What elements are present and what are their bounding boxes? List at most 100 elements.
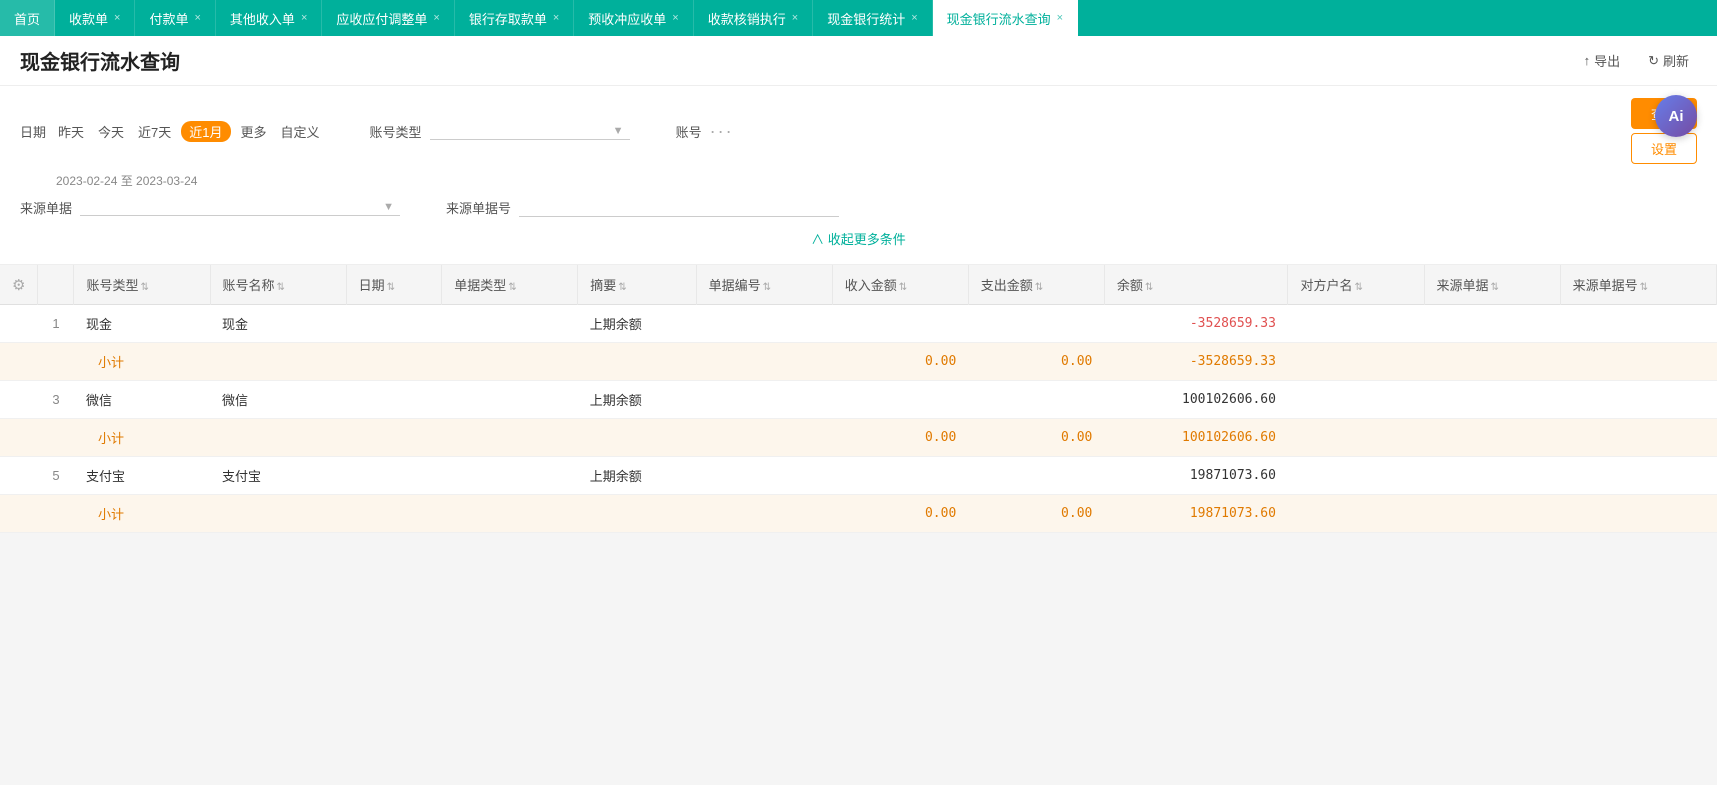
cell-income: 0.00 [832, 343, 968, 381]
gear-settings-icon[interactable]: ⚙ [12, 277, 25, 294]
account-dots[interactable]: ··· [710, 121, 734, 142]
close-icon[interactable]: × [911, 12, 917, 24]
filter-row-1: 日期 昨天今天近7天近1月更多自定义 账号类型 ▼ 账号 ··· 查询 设置 [20, 98, 1697, 164]
refresh-button[interactable]: ↻ 刷新 [1640, 47, 1697, 74]
nav-home[interactable]: 首页 [0, 0, 55, 36]
table-row: 小计0.000.00100102606.60 [0, 419, 1717, 457]
data-table: ⚙账号类型⇅账号名称⇅日期⇅单据类型⇅摘要⇅单据编号⇅收入金额⇅支出金额⇅余额⇅… [0, 265, 1717, 533]
cell-doc_type [442, 343, 578, 381]
cell-source_doc_no [1560, 305, 1716, 343]
cell-date [346, 343, 442, 381]
cell-balance: 100102606.60 [1104, 381, 1288, 419]
close-icon[interactable]: × [301, 12, 307, 24]
col-header-account_type: 账号类型⇅ [74, 265, 210, 305]
sort-icon-source_doc[interactable]: ⇅ [1491, 282, 1499, 293]
date-shortcut-近1月[interactable]: 近1月 [181, 121, 230, 142]
close-icon[interactable]: × [114, 12, 120, 24]
cell-counterpart [1288, 343, 1424, 381]
sort-icon-balance[interactable]: ⇅ [1145, 282, 1153, 293]
export-icon: ↑ [1584, 53, 1591, 68]
table-row: 1现金现金上期余额-3528659.33 [0, 305, 1717, 343]
nav-tab-现金银行统计[interactable]: 现金银行统计× [813, 0, 932, 36]
date-shortcut-自定义[interactable]: 自定义 [277, 121, 324, 142]
col-header-doc_no: 单据编号⇅ [696, 265, 832, 305]
account-label: 账号 [676, 122, 702, 141]
cell-counterpart [1288, 457, 1424, 495]
cell-counterpart [1288, 495, 1424, 533]
source-doc-dropdown-icon: ▼ [383, 201, 394, 213]
sort-icon-doc_type[interactable]: ⇅ [508, 282, 516, 293]
cell-date [346, 457, 442, 495]
nav-tab-收款核销执行[interactable]: 收款核销执行× [694, 0, 813, 36]
account-type-select[interactable]: ▼ [430, 123, 630, 140]
cell-summary [578, 343, 696, 381]
cell-date [346, 305, 442, 343]
close-icon[interactable]: × [194, 12, 200, 24]
cell-index: 1 [38, 305, 74, 343]
date-shortcut-今天[interactable]: 今天 [94, 121, 128, 142]
nav-tab-其他收入单[interactable]: 其他收入单× [216, 0, 322, 36]
close-icon[interactable]: × [792, 12, 798, 24]
settings-button[interactable]: 设置 [1631, 133, 1697, 164]
cell-balance: 19871073.60 [1104, 495, 1288, 533]
cell-income: 0.00 [832, 419, 968, 457]
cell-summary: 上期余额 [578, 305, 696, 343]
filter-row-2: 来源单据 ▼ 来源单据号 [20, 197, 1697, 217]
close-icon[interactable]: × [1057, 12, 1063, 24]
collapse-bar[interactable]: ∧ 收起更多条件 [20, 225, 1697, 256]
col-header-summary: 摘要⇅ [578, 265, 696, 305]
date-shortcuts: 昨天今天近7天近1月更多自定义 [54, 121, 324, 142]
cell-counterpart [1288, 305, 1424, 343]
nav-tab-现金银行流水查询[interactable]: 现金银行流水查询× [933, 0, 1078, 36]
cell-source_doc_no [1560, 343, 1716, 381]
cell-doc_no [696, 495, 832, 533]
cell-gear [0, 495, 38, 533]
cell-account_type: 小计 [74, 495, 210, 533]
cell-account_type: 微信 [74, 381, 210, 419]
filter-area: 日期 昨天今天近7天近1月更多自定义 账号类型 ▼ 账号 ··· 查询 设置 2… [0, 86, 1717, 265]
cell-account_name [210, 419, 346, 457]
sort-icon-date[interactable]: ⇅ [387, 282, 395, 293]
cell-date [346, 495, 442, 533]
cell-expense: 0.00 [968, 495, 1104, 533]
col-header-counterpart: 对方户名⇅ [1288, 265, 1424, 305]
sort-icon-account_name[interactable]: ⇅ [277, 282, 285, 293]
date-shortcut-更多[interactable]: 更多 [237, 121, 271, 142]
cell-gear [0, 343, 38, 381]
source-doc-no-filter: 来源单据号 [446, 197, 839, 217]
table-row: 小计0.000.0019871073.60 [0, 495, 1717, 533]
nav-tab-预收冲应收单[interactable]: 预收冲应收单× [574, 0, 693, 36]
top-nav: 首页 收款单×付款单×其他收入单×应收应付调整单×银行存取款单×预收冲应收单×收… [0, 0, 1717, 36]
nav-tab-收款单[interactable]: 收款单× [55, 0, 135, 36]
sort-icon-doc_no[interactable]: ⇅ [763, 282, 771, 293]
close-icon[interactable]: × [672, 12, 678, 24]
nav-tab-银行存取款单[interactable]: 银行存取款单× [455, 0, 574, 36]
sort-icon-account_type[interactable]: ⇅ [140, 282, 148, 293]
close-icon[interactable]: × [433, 12, 439, 24]
col-header-income: 收入金额⇅ [832, 265, 968, 305]
cell-account_type: 小计 [74, 419, 210, 457]
sort-icon-counterpart[interactable]: ⇅ [1354, 282, 1362, 293]
sort-icon-expense[interactable]: ⇅ [1035, 282, 1043, 293]
source-doc-select[interactable]: ▼ [80, 199, 400, 216]
export-button[interactable]: ↑ 导出 [1576, 47, 1629, 74]
cell-gear [0, 419, 38, 457]
cell-account_name: 微信 [210, 381, 346, 419]
nav-tab-付款单[interactable]: 付款单× [135, 0, 215, 36]
sort-icon-summary[interactable]: ⇅ [618, 282, 626, 293]
cell-gear [0, 457, 38, 495]
cell-income: 0.00 [832, 495, 968, 533]
date-shortcut-近7天[interactable]: 近7天 [134, 121, 175, 142]
cell-doc_type [442, 381, 578, 419]
ai-button[interactable]: Ai [1655, 95, 1697, 137]
date-range-display: 2023-02-24 至 2023-03-24 [52, 172, 1697, 189]
close-icon[interactable]: × [553, 12, 559, 24]
cell-gear [0, 305, 38, 343]
nav-tab-应收应付调整单[interactable]: 应收应付调整单× [322, 0, 454, 36]
source-doc-no-input[interactable] [519, 197, 839, 217]
col-header-date: 日期⇅ [346, 265, 442, 305]
sort-icon-income[interactable]: ⇅ [899, 282, 907, 293]
date-shortcut-昨天[interactable]: 昨天 [54, 121, 88, 142]
header-actions: ↑ 导出 ↻ 刷新 [1576, 47, 1697, 74]
sort-icon-source_doc_no[interactable]: ⇅ [1640, 282, 1648, 293]
